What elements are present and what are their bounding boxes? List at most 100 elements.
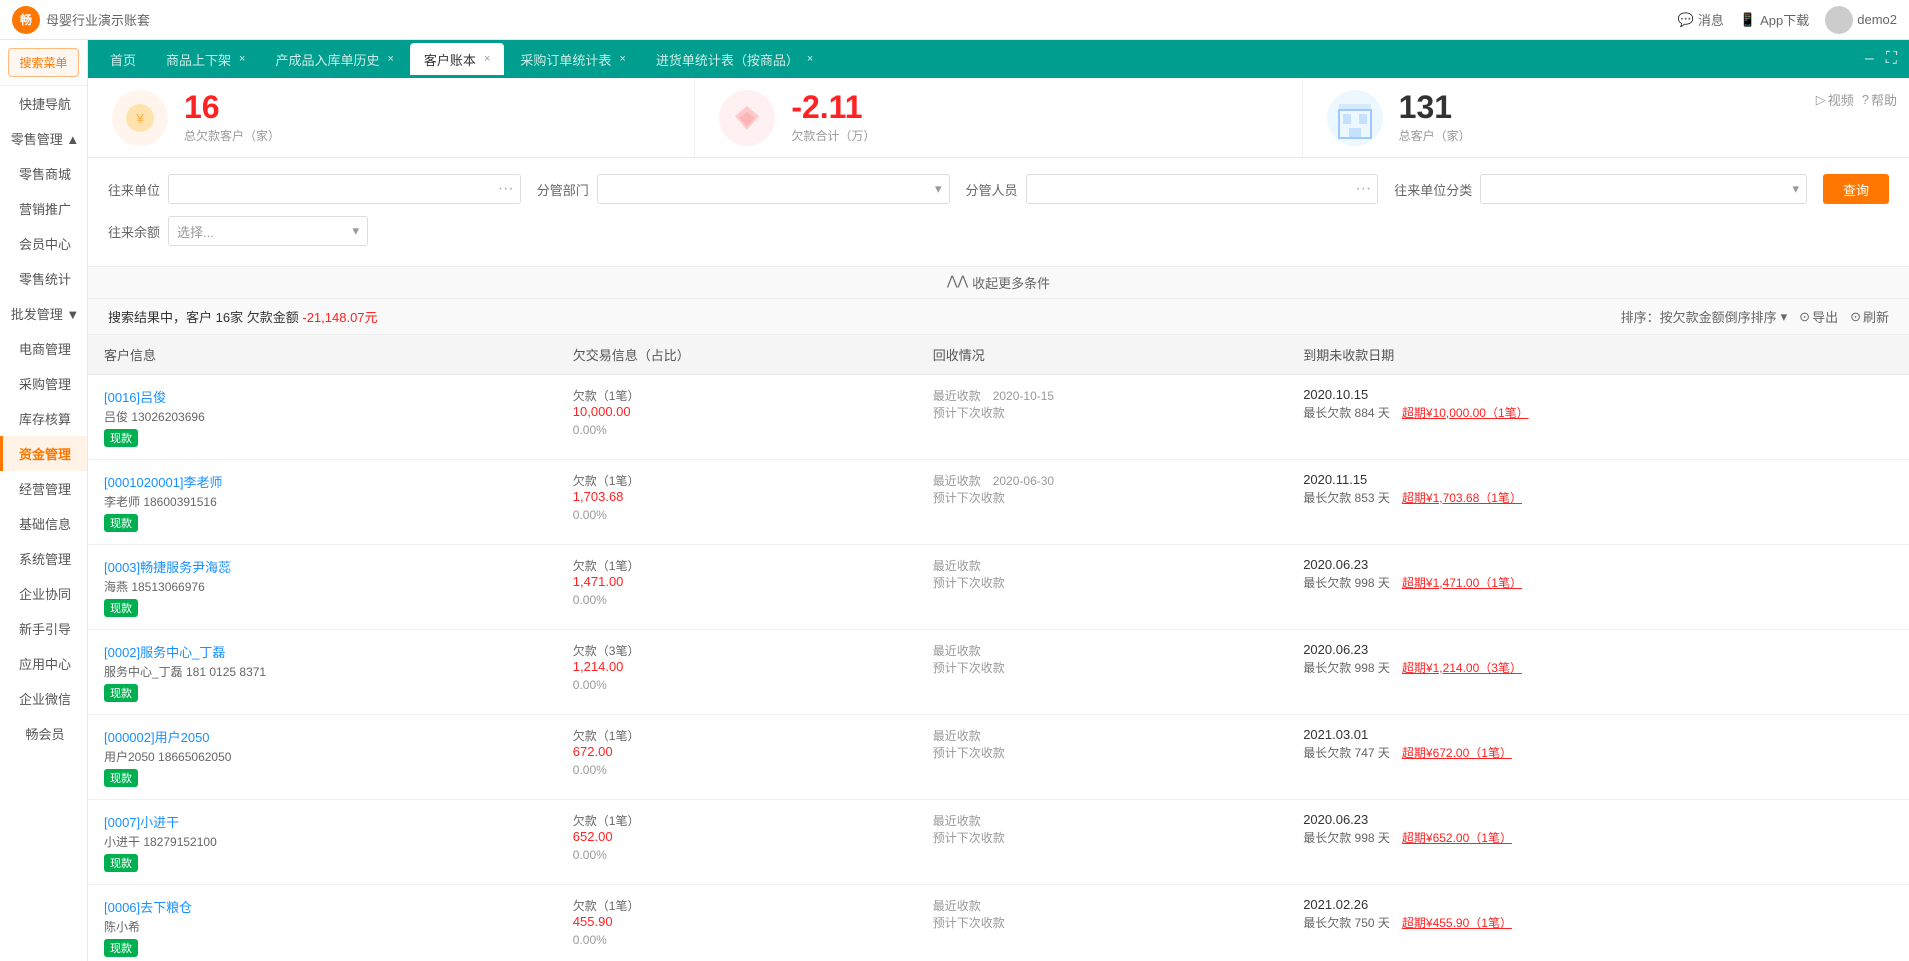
stat-content-total-customers: 131 总客户（家） <box>1399 91 1471 144</box>
sidebar-item-purchase[interactable]: 采购管理 <box>0 366 87 401</box>
unit-class-select[interactable] <box>1480 174 1807 204</box>
tab-purchase-stats[interactable]: 进货单统计表（按商品） × <box>642 43 827 75</box>
video-action[interactable]: ▷ 视频 <box>1816 90 1854 109</box>
sidebar-item-inventory[interactable]: 库存核算 <box>0 401 87 436</box>
sidebar-item-system[interactable]: 系统管理 <box>0 541 87 576</box>
debt-percentage-3: 0.00% <box>573 678 901 692</box>
sidebar-item-guide[interactable]: 新手引导 <box>0 611 87 646</box>
table-row: [0016]吕俊 吕俊 13026203696 现款 欠款（1笔） 10,000… <box>88 375 1909 460</box>
cell-recovery-3: 最近收款 预计下次收款 <box>917 630 1287 715</box>
table-row: [0003]畅捷服务尹海蕊 海燕 18513066976 现款 欠款（1笔） 1… <box>88 545 1909 630</box>
sidebar-item-finance[interactable]: 资金管理 <box>0 436 87 471</box>
sidebar-item-wechat[interactable]: 企业微信 <box>0 681 87 716</box>
debt-percentage-6: 0.00% <box>573 933 901 947</box>
customer-code-link-4[interactable]: [000002]用户2050 <box>104 730 210 745</box>
overdue-amount-link-1[interactable]: 超期¥1,703.68（1笔） <box>1402 491 1522 505</box>
sidebar-item-operations[interactable]: 经营管理 <box>0 471 87 506</box>
tab-customer-account[interactable]: 客户账本 × <box>410 43 504 75</box>
overdue-days-5: 最长欠款 998 天 超期¥652.00（1笔） <box>1303 829 1893 846</box>
cell-due-date-2: 2020.06.23 最长欠款 998 天 超期¥1,471.00（1笔） <box>1287 545 1909 630</box>
sidebar-item-retail-mgmt[interactable]: 零售管理 ▲ <box>0 121 87 156</box>
search-button[interactable]: 查询 <box>1823 174 1889 204</box>
refresh-btn[interactable]: ⊙ 刷新 <box>1850 307 1889 326</box>
customer-code-link-5[interactable]: [0007]小进干 <box>104 815 179 830</box>
filter-group-unit-class: 往来单位分类 <box>1394 174 1807 204</box>
tab-close-product-history[interactable]: × <box>387 53 393 65</box>
customer-code-link-0[interactable]: [0016]吕俊 <box>104 390 166 405</box>
filter-group-person: 分管人员 ··· <box>966 174 1379 204</box>
dept-select[interactable] <box>597 174 950 204</box>
user-area[interactable]: demo2 <box>1825 6 1897 34</box>
minimize-btn[interactable]: – <box>1861 46 1878 72</box>
messages-btn[interactable]: 💬 消息 <box>1678 10 1724 29</box>
dept-label: 分管部门 <box>537 180 589 199</box>
maximize-btn[interactable]: ⛶ <box>1882 46 1901 72</box>
next-label-4: 预计下次收款 <box>933 744 1271 761</box>
overdue-amount-link-3[interactable]: 超期¥1,214.00（3笔） <box>1402 661 1522 675</box>
tab-product-status[interactable]: 商品上下架 × <box>152 43 259 75</box>
overdue-amount-link-6[interactable]: 超期¥455.90（1笔） <box>1402 916 1512 930</box>
customer-code-link-3[interactable]: [0002]服务中心_丁磊 <box>104 645 225 660</box>
sidebar-item-retail-stats[interactable]: 零售统计 <box>0 261 87 296</box>
customer-code-link-6[interactable]: [0006]去下粮仓 <box>104 900 192 915</box>
tag-xianjin-5: 现款 <box>104 854 138 872</box>
cell-due-date-4: 2021.03.01 最长欠款 747 天 超期¥672.00（1笔） <box>1287 715 1909 800</box>
help-action[interactable]: ? 帮助 <box>1862 90 1897 109</box>
person-input[interactable] <box>1027 182 1350 197</box>
filter-row-2: 往来余额 选择... ▾ <box>108 216 1889 246</box>
customer-code-link-1[interactable]: [0001020001]李老师 <box>104 475 223 490</box>
sidebar-item-enterprise[interactable]: 企业协同 <box>0 576 87 611</box>
source-unit-input-wrap: ··· <box>168 174 521 204</box>
export-btn[interactable]: ⊙ 导出 <box>1799 307 1838 326</box>
debt-amount-0: 10,000.00 <box>573 404 901 419</box>
overdue-amount-link-2[interactable]: 超期¥1,471.00（1笔） <box>1402 576 1522 590</box>
tab-close-customer-account[interactable]: × <box>484 53 490 65</box>
due-date-1: 2020.11.15 <box>1303 472 1893 487</box>
sort-arrow-icon: ▾ <box>1781 309 1788 325</box>
sidebar-item-member2[interactable]: 畅会员 <box>0 716 87 751</box>
search-menu-btn[interactable]: 搜索菜单 <box>8 48 79 77</box>
person-dots[interactable]: ··· <box>1349 180 1377 198</box>
overdue-amount-link-5[interactable]: 超期¥652.00（1笔） <box>1402 831 1512 845</box>
tab-close-product-status[interactable]: × <box>239 53 245 65</box>
source-unit-dots[interactable]: ··· <box>492 180 520 198</box>
overdue-amount-link-0[interactable]: 超期¥10,000.00（1笔） <box>1402 406 1529 420</box>
sidebar-item-member[interactable]: 会员中心 <box>0 226 87 261</box>
tab-product-history[interactable]: 产成品入库单历史 × <box>261 43 407 75</box>
customer-code-link-2[interactable]: [0003]畅捷服务尹海蕊 <box>104 560 231 575</box>
top-bar: 畅 母婴行业演示账套 💬 消息 📱 App下载 demo2 <box>0 0 1909 40</box>
top-bar-left: 畅 母婴行业演示账套 <box>12 6 150 34</box>
sort-select[interactable]: 排序：按欠款金额倒序排序 ▾ <box>1621 307 1788 326</box>
tab-close-purchase-order[interactable]: × <box>619 53 625 65</box>
tag-xianjin-2: 现款 <box>104 599 138 617</box>
balance-dropdown[interactable]: 选择... ▾ <box>168 216 368 246</box>
logo-area: 畅 母婴行业演示账套 <box>12 6 150 34</box>
sidebar-item-quick-nav[interactable]: 快捷导航 <box>0 86 87 121</box>
tab-purchase-order[interactable]: 采购订单统计表 × <box>506 43 639 75</box>
stat-content-overdue-amount: -2.11 欠款合计（万） <box>791 91 875 144</box>
next-label-0: 预计下次收款 <box>933 404 1271 421</box>
table-row: [0006]去下粮仓 陈小希 现款 欠款（1笔） 455.90 0.00% 最近… <box>88 885 1909 961</box>
sidebar-item-retail-store[interactable]: 零售商城 <box>0 156 87 191</box>
cell-customer-info-1: [0001020001]李老师 李老师 18600391516 现款 <box>88 460 557 545</box>
sidebar-item-batch-mgmt[interactable]: 批发管理 ▼ <box>0 296 87 331</box>
latest-label-0: 最近收款 2020-10-15 <box>933 387 1271 404</box>
sidebar-item-marketing[interactable]: 营销推广 <box>0 191 87 226</box>
collapse-arrows-icon: ⋀⋀ <box>947 273 968 292</box>
tab-close-purchase-stats[interactable]: × <box>807 53 813 65</box>
content-area: 首页 商品上下架 × 产成品入库单历史 × 客户账本 × 采购订单统计表 × <box>88 40 1909 961</box>
sidebar-item-basic[interactable]: 基础信息 <box>0 506 87 541</box>
help-icon: ? <box>1862 92 1869 107</box>
app-download-btn[interactable]: 📱 App下载 <box>1740 10 1809 29</box>
sidebar-item-apps[interactable]: 应用中心 <box>0 646 87 681</box>
latest-label-6: 最近收款 <box>933 897 1271 914</box>
source-unit-input[interactable] <box>169 174 492 204</box>
tab-bar: 首页 商品上下架 × 产成品入库单历史 × 客户账本 × 采购订单统计表 × <box>88 40 1909 78</box>
results-info: 搜索结果中，客户 16家 欠款金额 -21,148.07元 排序：按欠款金额倒序… <box>88 299 1909 335</box>
collapse-bar[interactable]: ⋀⋀ 收起更多条件 <box>88 266 1909 299</box>
sidebar-item-ecommerce[interactable]: 电商管理 <box>0 331 87 366</box>
overdue-amount-link-4[interactable]: 超期¥672.00（1笔） <box>1402 746 1512 760</box>
cell-due-date-6: 2021.02.26 最长欠款 750 天 超期¥455.90（1笔） <box>1287 885 1909 961</box>
stat-label-overdue-amount: 欠款合计（万） <box>791 127 875 144</box>
tab-home[interactable]: 首页 <box>96 43 150 75</box>
